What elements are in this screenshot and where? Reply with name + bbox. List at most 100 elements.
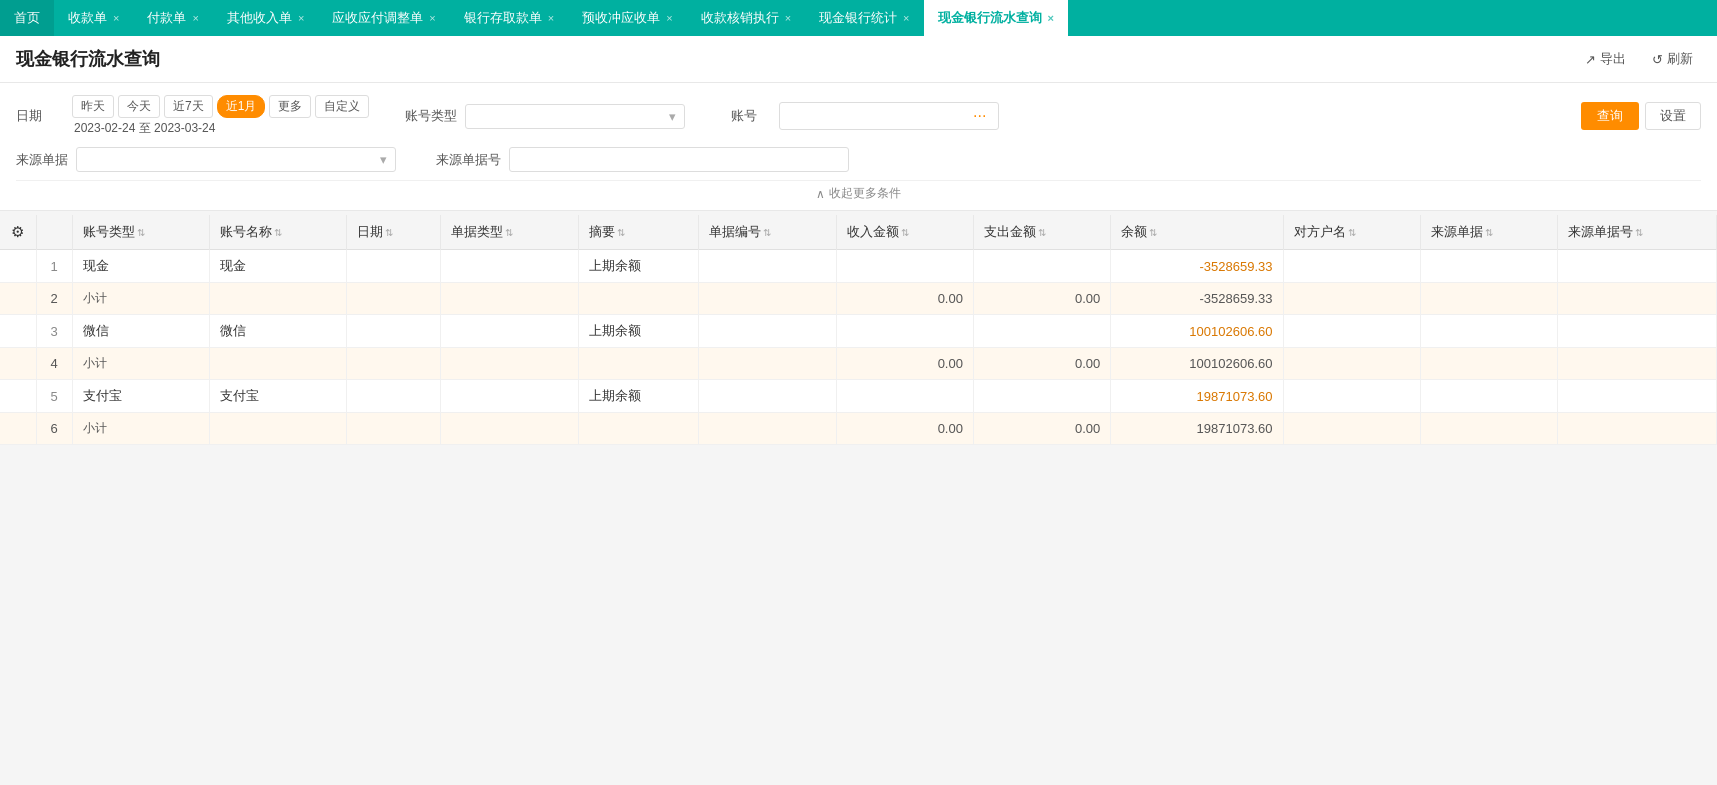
cell-source_doc [1420, 283, 1557, 315]
nav-item-cash-stat[interactable]: 现金银行统计× [805, 0, 923, 36]
col-header-account_name[interactable]: 账号名称⇅ [209, 215, 346, 250]
collapse-icon: ∧ [816, 187, 825, 201]
table-row: 6小计0.000.0019871073.60 [0, 413, 1717, 445]
cell-date [347, 348, 441, 380]
cell-expense: 0.00 [973, 348, 1110, 380]
cell-source_doc_no [1558, 250, 1717, 283]
cell-num: 4 [36, 348, 72, 380]
settings-button[interactable]: 设置 [1645, 102, 1701, 130]
table-row: 2小计0.000.00-3528659.33 [0, 283, 1717, 315]
nav-close-icon[interactable]: × [298, 0, 304, 36]
sort-icon: ⇅ [385, 227, 393, 238]
col-header-settings: ⚙ [0, 215, 36, 250]
col-header-num [36, 215, 72, 250]
col-header-doc_type[interactable]: 单据类型⇅ [441, 215, 578, 250]
cell-source_doc [1420, 250, 1557, 283]
cell-income: 0.00 [836, 283, 973, 315]
cell-expense: 0.00 [973, 413, 1110, 445]
cell-account_type: 支付宝 [72, 380, 209, 413]
nav-close-icon[interactable]: × [785, 0, 791, 36]
col-header-balance[interactable]: 余额⇅ [1111, 215, 1283, 250]
table-head: ⚙ 账号类型⇅账号名称⇅日期⇅单据类型⇅摘要⇅单据编号⇅收入金额⇅支出金额⇅余额⇅… [0, 215, 1717, 250]
export-icon: ↗ [1585, 52, 1596, 67]
nav-close-icon[interactable]: × [192, 0, 198, 36]
nav-item-payment[interactable]: 付款单× [133, 0, 212, 36]
col-header-source_doc_no[interactable]: 来源单据号⇅ [1558, 215, 1717, 250]
table-row: 1现金现金上期余额-3528659.33 [0, 250, 1717, 283]
account-dots-button[interactable]: ··· [969, 107, 990, 125]
page-header: 现金银行流水查询 ↗ 导出 ↺ 刷新 [0, 36, 1717, 83]
col-header-summary[interactable]: 摘要⇅ [578, 215, 699, 250]
date-option-今天[interactable]: 今天 [118, 95, 160, 118]
cell-account_name [209, 348, 346, 380]
table-row: 4小计0.000.00100102606.60 [0, 348, 1717, 380]
query-button[interactable]: 查询 [1581, 102, 1639, 130]
nav-item-verify[interactable]: 收款核销执行× [687, 0, 805, 36]
col-header-expense[interactable]: 支出金额⇅ [973, 215, 1110, 250]
source-doc-select[interactable]: ▾ [76, 147, 396, 172]
col-header-doc_no[interactable]: 单据编号⇅ [699, 215, 836, 250]
cell-date [347, 413, 441, 445]
nav-item-cash-flow[interactable]: 现金银行流水查询× [924, 0, 1068, 36]
header-actions: ↗ 导出 ↺ 刷新 [1577, 46, 1701, 72]
account-label: 账号 [731, 107, 771, 125]
nav-item-home[interactable]: 首页 [0, 0, 54, 36]
nav-item-bank-deposit[interactable]: 银行存取款单× [450, 0, 568, 36]
table-header-row: ⚙ 账号类型⇅账号名称⇅日期⇅单据类型⇅摘要⇅单据编号⇅收入金额⇅支出金额⇅余额⇅… [0, 215, 1717, 250]
cell-settings [0, 348, 36, 380]
cell-num: 1 [36, 250, 72, 283]
export-button[interactable]: ↗ 导出 [1577, 46, 1634, 72]
nav-item-advance[interactable]: 预收冲应收单× [568, 0, 686, 36]
refresh-icon: ↺ [1652, 52, 1663, 67]
col-header-account_type[interactable]: 账号类型⇅ [72, 215, 209, 250]
col-header-source_doc[interactable]: 来源单据⇅ [1420, 215, 1557, 250]
settings-icon[interactable]: ⚙ [11, 223, 24, 240]
nav-close-icon[interactable]: × [903, 0, 909, 36]
cell-account_type: 微信 [72, 315, 209, 348]
nav-item-receipt[interactable]: 收款单× [54, 0, 133, 36]
cell-source_doc_no [1558, 380, 1717, 413]
nav-close-icon[interactable]: × [113, 0, 119, 36]
date-option-近1月[interactable]: 近1月 [217, 95, 266, 118]
nav-close-icon[interactable]: × [666, 0, 672, 36]
cell-num: 3 [36, 315, 72, 348]
cell-doc_no [699, 250, 836, 283]
cell-account_name: 支付宝 [209, 380, 346, 413]
account-type-select[interactable]: ▾ [465, 104, 685, 129]
cell-expense [973, 380, 1110, 413]
date-option-自定义[interactable]: 自定义 [315, 95, 369, 118]
cell-account_type: 现金 [72, 250, 209, 283]
source-doc-no-input[interactable] [509, 147, 849, 172]
cell-expense [973, 315, 1110, 348]
col-header-income[interactable]: 收入金额⇅ [836, 215, 973, 250]
col-header-date[interactable]: 日期⇅ [347, 215, 441, 250]
nav-item-ar-adjust[interactable]: 应收应付调整单× [318, 0, 449, 36]
col-header-counterpart[interactable]: 对方户名⇅ [1283, 215, 1420, 250]
nav-close-icon[interactable]: × [429, 0, 435, 36]
sort-icon: ⇅ [763, 227, 771, 238]
date-option-更多[interactable]: 更多 [269, 95, 311, 118]
account-input-box: ··· [779, 102, 999, 130]
cell-doc_type [441, 283, 578, 315]
sort-icon: ⇅ [617, 227, 625, 238]
cell-income [836, 250, 973, 283]
cell-doc_no [699, 413, 836, 445]
cell-settings [0, 315, 36, 348]
sort-icon: ⇅ [1038, 227, 1046, 238]
sort-icon: ⇅ [901, 227, 909, 238]
cell-account_type: 小计 [72, 348, 209, 380]
page-title: 现金银行流水查询 [16, 47, 160, 71]
nav-close-icon[interactable]: × [1048, 0, 1054, 36]
cell-expense: 0.00 [973, 283, 1110, 315]
refresh-button[interactable]: ↺ 刷新 [1644, 46, 1701, 72]
date-option-近7天[interactable]: 近7天 [164, 95, 213, 118]
nav-close-icon[interactable]: × [548, 0, 554, 36]
cell-balance: 19871073.60 [1111, 380, 1283, 413]
cell-doc_type [441, 413, 578, 445]
date-option-昨天[interactable]: 昨天 [72, 95, 114, 118]
cell-doc_no [699, 380, 836, 413]
collapse-bar[interactable]: ∧ 收起更多条件 [16, 180, 1701, 206]
cell-doc_no [699, 283, 836, 315]
cell-counterpart [1283, 380, 1420, 413]
nav-item-other-income[interactable]: 其他收入单× [213, 0, 318, 36]
